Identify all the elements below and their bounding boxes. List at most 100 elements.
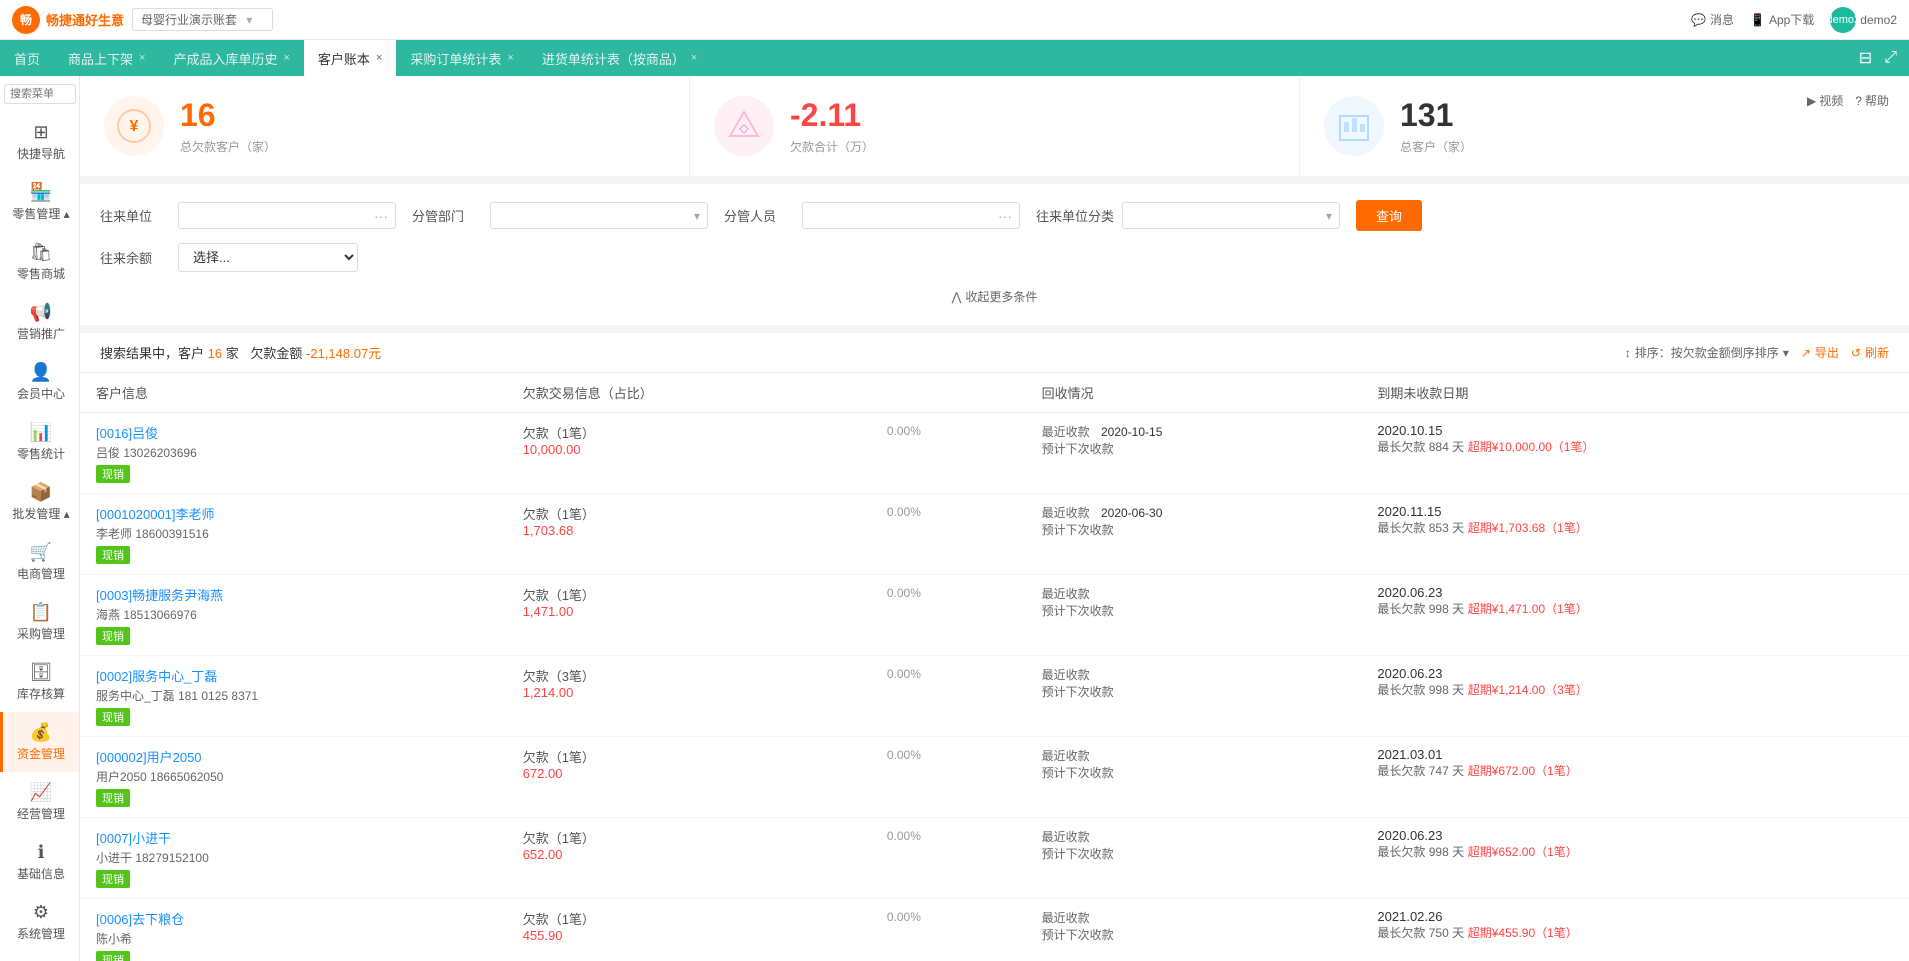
tab-collapse-icon[interactable]: ⊟ xyxy=(1855,48,1876,68)
debt-amount[interactable]: 10,000.00 xyxy=(523,442,581,457)
sidebar-search-input[interactable] xyxy=(4,84,76,104)
customer-name-link[interactable]: [000002]用户2050 xyxy=(96,747,491,766)
retail-mgmt-icon: 🏪 xyxy=(7,182,75,203)
tab-close-products[interactable]: × xyxy=(139,52,145,64)
cell-debt: 欠款（3笔） 1,214.00 xyxy=(507,656,863,737)
overdue-amount-link[interactable]: 超期¥1,214.00（3笔） xyxy=(1468,683,1588,697)
results-header: 搜索结果中，客户 16 家 欠款金额 -21,148.07元 ↕ 排序：按欠款金… xyxy=(80,333,1909,373)
tab-expand-icon[interactable]: ⤢ xyxy=(1880,49,1901,67)
source-unit-label: 往来单位 xyxy=(100,206,170,225)
main-layout: ⊞ 快捷导航 🏪 零售管理 ▴ 🛍 零售商城 📢 营销推广 👤 会员中心 📊 零… xyxy=(0,76,1909,961)
table-head: 客户信息 欠款交易信息（占比） 回收情况 到期未收款日期 xyxy=(80,373,1909,413)
view-link[interactable]: ▶ 视频 xyxy=(1807,92,1843,109)
brand-logo: 畅 畅捷通好生意 xyxy=(12,6,124,34)
tab-close-production[interactable]: × xyxy=(283,52,289,64)
sidebar-item-ops[interactable]: 📈 经营管理 xyxy=(0,772,79,832)
debt-amount[interactable]: 455.90 xyxy=(523,928,563,943)
sidebar-item-finance[interactable]: 💰 资金管理 xyxy=(0,712,79,772)
source-unit-input[interactable] xyxy=(178,202,396,229)
collapse-button[interactable]: ⋀ 收起更多条件 xyxy=(100,284,1889,309)
overdue-amount-link[interactable]: 超期¥10,000.00（1笔） xyxy=(1468,440,1595,454)
debt-ratio: 0.00% xyxy=(887,910,921,924)
sidebar-item-marketing[interactable]: 📢 营销推广 xyxy=(0,292,79,352)
unit-category-label: 往来单位分类 xyxy=(1036,206,1114,225)
sidebar-item-purchase[interactable]: 📋 采购管理 xyxy=(0,592,79,652)
stat-number-amount: -2.11 xyxy=(790,97,874,134)
tab-home[interactable]: 首页 xyxy=(0,40,54,76)
filter-dept: 分管部门 ▾ xyxy=(412,202,708,229)
sidebar-item-member[interactable]: 👤 会员中心 xyxy=(0,352,79,412)
customer-name-link[interactable]: [0001020001]李老师 xyxy=(96,504,491,523)
overdue-amount-link[interactable]: 超期¥652.00（1笔） xyxy=(1468,845,1578,859)
overdue-days: 最长欠款 884 天 xyxy=(1377,440,1464,454)
filter-row-2: 往来余额 选择... xyxy=(100,243,1889,272)
sidebar-item-retail-stats[interactable]: 📊 零售统计 xyxy=(0,412,79,472)
table-row: [0016]吕俊 吕俊 13026203696 现销 欠款（1笔） 10,000… xyxy=(80,413,1909,494)
export-button[interactable]: ↗ 导出 xyxy=(1801,344,1839,361)
customer-name-link[interactable]: [0006]去下粮仓 xyxy=(96,909,491,928)
sidebar-item-system[interactable]: ⚙ 系统管理 xyxy=(0,892,79,952)
sidebar-item-basic[interactable]: ℹ 基础信息 xyxy=(0,832,79,892)
tab-customer-account[interactable]: 客户账本 × xyxy=(304,40,396,76)
tab-products-offline[interactable]: 商品上下架 × xyxy=(54,40,159,76)
debt-amount[interactable]: 672.00 xyxy=(523,766,563,781)
store-selector[interactable]: 母婴行业演示账套 ▾ xyxy=(132,8,273,31)
basic-icon: ℹ xyxy=(7,842,75,863)
debt-amount[interactable]: 652.00 xyxy=(523,847,563,862)
stat-label-total: 总客户（家） xyxy=(1400,138,1472,155)
cell-due-date: 2020.11.15 最长欠款 853 天 超期¥1,703.68（1笔） xyxy=(1361,494,1909,575)
system-icon: ⚙ xyxy=(7,902,75,923)
tab-inbound-summary[interactable]: 进货单统计表（按商品） × xyxy=(528,40,711,76)
debt-count: 欠款（1笔） xyxy=(523,909,847,928)
cell-debt: 欠款（1笔） 1,471.00 xyxy=(507,575,863,656)
customer-name-link[interactable]: [0003]畅捷服务尹海燕 xyxy=(96,585,491,604)
sidebar-item-retail-mall[interactable]: 🛍 零售商城 xyxy=(0,232,79,292)
debt-amount[interactable]: 1,703.68 xyxy=(523,523,574,538)
sidebar-item-ecommerce[interactable]: 🛒 电商管理 xyxy=(0,532,79,592)
cell-collection: 最近收款 预计下次收款 xyxy=(1026,737,1362,818)
cell-debt: 欠款（1笔） 1,703.68 xyxy=(507,494,863,575)
sidebar: ⊞ 快捷导航 🏪 零售管理 ▴ 🛍 零售商城 📢 营销推广 👤 会员中心 📊 零… xyxy=(0,76,80,961)
sidebar-item-enterprise[interactable]: 🤝 企业协同 xyxy=(0,952,79,961)
debt-count: 欠款（3笔） xyxy=(523,666,847,685)
refresh-button[interactable]: ↺ 刷新 xyxy=(1851,344,1889,361)
debt-amount[interactable]: 1,214.00 xyxy=(523,685,574,700)
user-menu[interactable]: demo2 demo2 xyxy=(1830,7,1897,33)
sidebar-item-batch-mgmt[interactable]: 📦 批发管理 ▴ xyxy=(0,472,79,532)
help-link[interactable]: ? 帮助 xyxy=(1855,92,1889,109)
filter-area: 往来单位 ··· 分管部门 ▾ 分管人员 xyxy=(80,184,1909,325)
stat-label-overdue: 总欠款客户（家） xyxy=(180,138,276,155)
customer-name-link[interactable]: [0002]服务中心_丁磊 xyxy=(96,666,491,685)
next-collection-label: 预计下次收款 xyxy=(1042,523,1114,537)
dept-wrap: ▾ xyxy=(490,202,708,229)
debt-amount[interactable]: 1,471.00 xyxy=(523,604,574,619)
overdue-days: 最长欠款 998 天 xyxy=(1377,602,1464,616)
search-button[interactable]: 查询 xyxy=(1356,200,1422,231)
tab-close-customer[interactable]: × xyxy=(376,52,382,64)
brand-name: 畅捷通好生意 xyxy=(46,10,124,29)
customer-name-link[interactable]: [0007]小进干 xyxy=(96,828,491,847)
unit-category-input[interactable] xyxy=(1122,202,1340,229)
tab-production-history[interactable]: 产成品入库单历史 × xyxy=(159,40,303,76)
customer-tag: 现销 xyxy=(96,546,130,564)
marketing-icon: 📢 xyxy=(7,302,75,323)
sort-button[interactable]: ↕ 排序：按欠款金额倒序排序 ▾ xyxy=(1625,344,1789,361)
overdue-amount-link[interactable]: 超期¥1,703.68（1笔） xyxy=(1468,521,1588,535)
overdue-amount-link[interactable]: 超期¥455.90（1笔） xyxy=(1468,926,1578,940)
tab-close-inbound[interactable]: × xyxy=(691,52,697,64)
app-download-button[interactable]: 📱 App下载 xyxy=(1750,11,1814,28)
svg-text:¥: ¥ xyxy=(130,118,139,135)
sidebar-item-quick-nav[interactable]: ⊞ 快捷导航 xyxy=(0,112,79,172)
balance-select[interactable]: 选择... xyxy=(178,243,358,272)
dept-input[interactable] xyxy=(490,202,708,229)
manager-input[interactable] xyxy=(802,202,1020,229)
sidebar-item-retail-mgmt[interactable]: 🏪 零售管理 ▴ xyxy=(0,172,79,232)
message-button[interactable]: 💬 消息 xyxy=(1691,11,1734,28)
tab-purchase-summary[interactable]: 采购订单统计表 × xyxy=(396,40,527,76)
sidebar-item-inventory[interactable]: 🗄 库存核算 xyxy=(0,652,79,712)
customer-name-link[interactable]: [0016]吕俊 xyxy=(96,423,491,442)
overdue-amount-link[interactable]: 超期¥672.00（1笔） xyxy=(1468,764,1578,778)
tab-close-purchase[interactable]: × xyxy=(507,52,513,64)
app-icon: 📱 xyxy=(1750,13,1765,27)
overdue-amount-link[interactable]: 超期¥1,471.00（1笔） xyxy=(1468,602,1588,616)
